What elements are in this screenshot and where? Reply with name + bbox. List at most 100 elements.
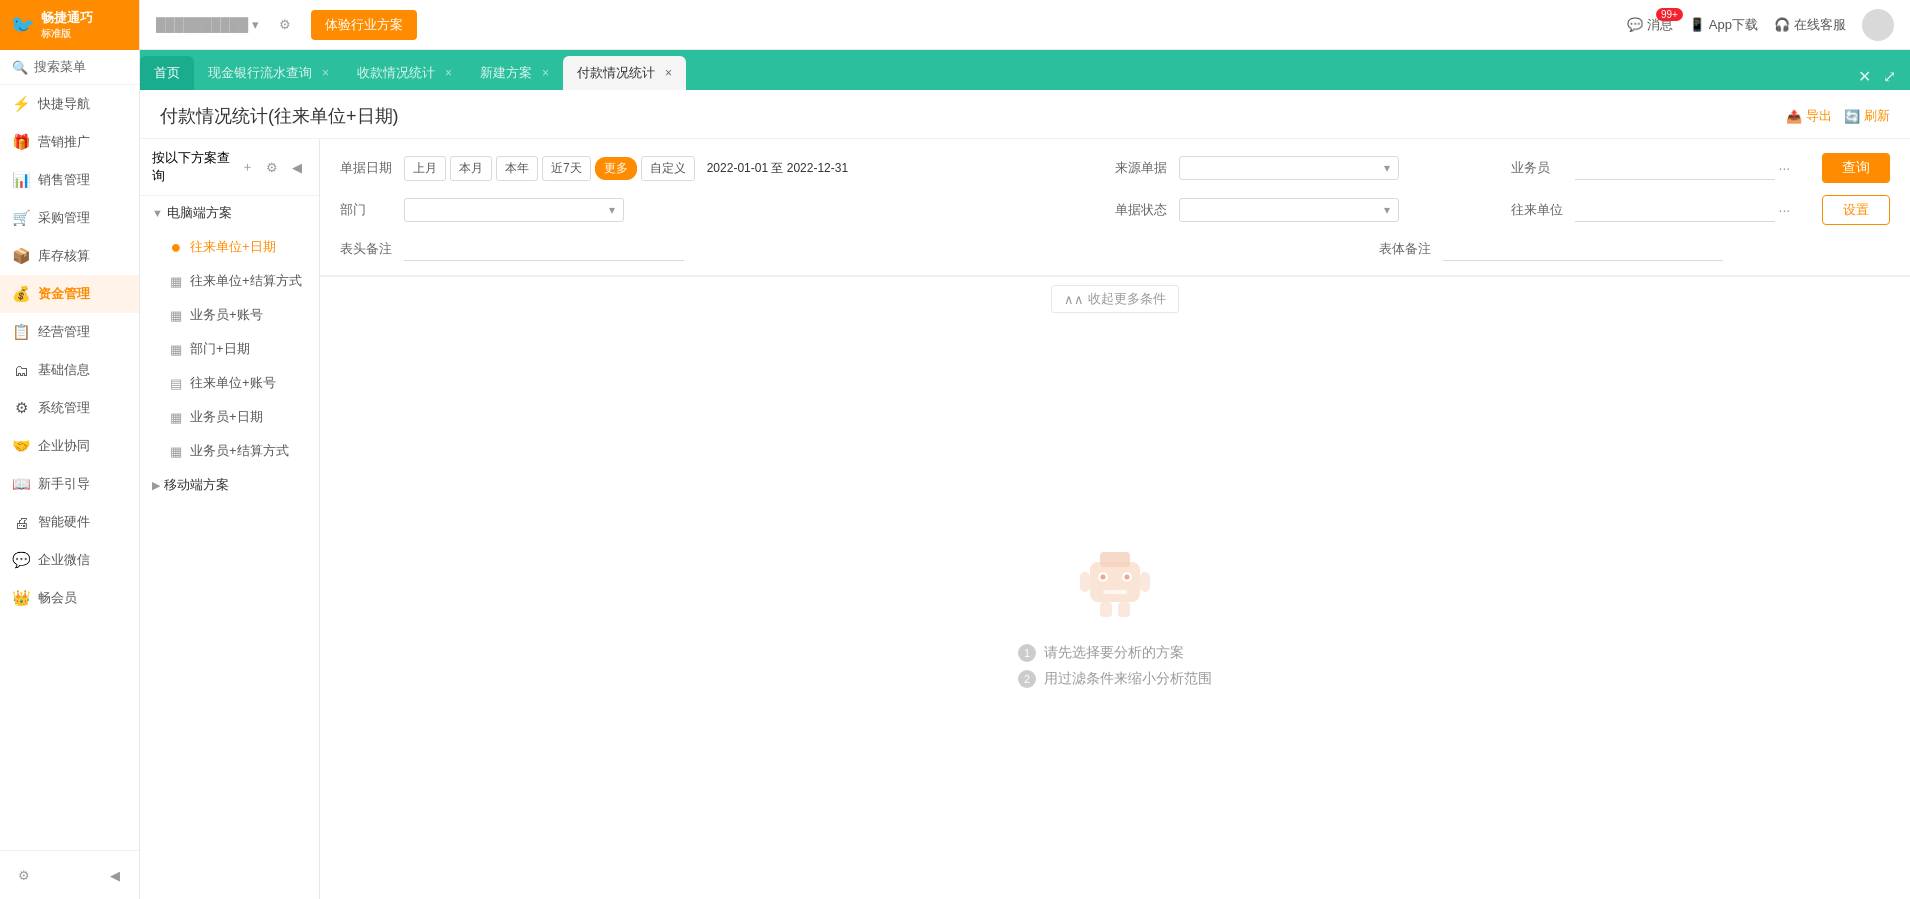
scheme-item-partner-date[interactable]: ● 往来单位+日期 xyxy=(140,230,319,264)
this-month-btn[interactable]: 本月 xyxy=(450,156,492,181)
date-buttons: 上月 本月 本年 近7天 更多 自定义 xyxy=(404,156,695,181)
search-icon: 🔍 xyxy=(12,60,28,75)
sidebar-item-marketing[interactable]: 🎁 营销推广 xyxy=(0,123,139,161)
online-service-button[interactable]: 🎧 在线客服 xyxy=(1774,16,1846,34)
receipt-status-dropdown-icon: ▾ xyxy=(1384,203,1390,217)
sidebar-item-inventory[interactable]: 📦 库存核算 xyxy=(0,237,139,275)
scheme-settings-button[interactable]: ⚙ xyxy=(263,156,282,178)
filter-dept-col: 部门 ▾ xyxy=(340,198,1099,222)
salesman-ellipsis[interactable]: ··· xyxy=(1779,160,1791,176)
export-button[interactable]: 📤 导出 xyxy=(1786,107,1832,125)
sidebar-search[interactable]: 🔍 搜索菜单 xyxy=(0,50,139,85)
collapse-conditions-button[interactable]: ∧∧ 收起更多条件 xyxy=(1051,285,1179,313)
sidebar-item-enterprise[interactable]: 🤝 企业协同 xyxy=(0,427,139,465)
company-selector[interactable]: ██████████ ▾ xyxy=(156,17,259,32)
empty-tip-2: 2 用过滤条件来缩小分析范围 xyxy=(1018,670,1212,688)
dept-select[interactable]: ▾ xyxy=(404,198,624,222)
this-year-btn[interactable]: 本年 xyxy=(496,156,538,181)
scheme-add-button[interactable]: ＋ xyxy=(237,156,256,178)
filter-form: 单据日期 上月 本月 本年 近7天 更多 自定义 2022-01-01 至 20… xyxy=(320,139,1910,276)
scheme-item-label: 往来单位+账号 xyxy=(190,374,276,392)
collapse-btn-area: ∧∧ 收起更多条件 xyxy=(320,276,1910,321)
sidebar-collapse-button[interactable]: ◀ xyxy=(101,861,129,889)
svg-rect-1 xyxy=(1100,552,1130,567)
sidebar-item-hardware[interactable]: 🖨 智能硬件 xyxy=(0,503,139,541)
tab-cash-flow-close[interactable]: × xyxy=(322,66,329,80)
sidebar-item-finance[interactable]: 💰 资金管理 xyxy=(0,275,139,313)
scheme-collapse-button[interactable]: ◀ xyxy=(288,156,307,178)
sidebar-item-label: 企业协同 xyxy=(38,437,90,455)
tab-payment-stats[interactable]: 付款情况统计 × xyxy=(563,56,686,90)
last-month-btn[interactable]: 上月 xyxy=(404,156,446,181)
sidebar-item-basic[interactable]: 🗂 基础信息 xyxy=(0,351,139,389)
sidebar-item-label: 系统管理 xyxy=(38,399,90,417)
salesman-input-area: ··· xyxy=(1575,156,1815,180)
scheme-item-partner-account[interactable]: ▤ 往来单位+账号 xyxy=(140,366,319,400)
purchase-icon: 🛒 xyxy=(12,209,30,227)
tip-num-1: 1 xyxy=(1018,644,1036,662)
scheme-item-dept-date[interactable]: ▦ 部门+日期 xyxy=(140,332,319,366)
scheme-item-salesman-account[interactable]: ▦ 业务员+账号 xyxy=(140,298,319,332)
tab-home[interactable]: 首页 xyxy=(140,56,194,90)
sidebar-item-purchase[interactable]: 🛒 采购管理 xyxy=(0,199,139,237)
source-select[interactable]: ▾ xyxy=(1179,156,1399,180)
tab-new-scheme[interactable]: 新建方案 × xyxy=(466,56,563,90)
sidebar-item-member[interactable]: 👑 畅会员 xyxy=(0,579,139,617)
header-remark-input[interactable] xyxy=(404,237,684,261)
message-button[interactable]: 💬 消息 99+ xyxy=(1627,16,1673,34)
topbar-settings-button[interactable]: ⚙ xyxy=(271,11,299,39)
svg-point-4 xyxy=(1101,575,1106,580)
user-avatar[interactable] xyxy=(1862,9,1894,41)
tab-receipt-stats[interactable]: 收款情况统计 × xyxy=(343,56,466,90)
more-btn[interactable]: 更多 xyxy=(595,157,637,180)
scheme-group-mobile-title[interactable]: ▶ 移动端方案 xyxy=(140,468,319,502)
sidebar-item-sales[interactable]: 📊 销售管理 xyxy=(0,161,139,199)
trial-industry-button[interactable]: 体验行业方案 xyxy=(311,10,417,40)
sidebar-item-operation[interactable]: 📋 经营管理 xyxy=(0,313,139,351)
app-icon: 📱 xyxy=(1689,17,1705,32)
tab-expand-button[interactable]: ⤢ xyxy=(1879,63,1900,90)
topbar-right: 💬 消息 99+ 📱 App下载 🎧 在线客服 xyxy=(1627,9,1894,41)
scheme-group-desktop-title[interactable]: ▼ 电脑端方案 xyxy=(140,196,319,230)
svg-rect-0 xyxy=(1090,562,1140,602)
sidebar-item-newbie[interactable]: 📖 新手引导 xyxy=(0,465,139,503)
scheme-active-icon: ● xyxy=(168,239,184,255)
sidebar-settings-button[interactable]: ⚙ xyxy=(10,861,38,889)
salesman-input[interactable] xyxy=(1575,156,1775,180)
logo-title: 畅捷通巧 xyxy=(41,9,93,27)
tab-new-scheme-close[interactable]: × xyxy=(542,66,549,80)
tab-payment-stats-close[interactable]: × xyxy=(665,66,672,80)
query-button[interactable]: 查询 xyxy=(1822,153,1890,183)
last-7-days-btn[interactable]: 近7天 xyxy=(542,156,591,181)
app-download-button[interactable]: 📱 App下载 xyxy=(1689,16,1758,34)
main-area: ██████████ ▾ ⚙ 体验行业方案 💬 消息 99+ 📱 App下载 🎧… xyxy=(140,0,1910,899)
sidebar-item-system[interactable]: ⚙ 系统管理 xyxy=(0,389,139,427)
svg-point-5 xyxy=(1125,575,1130,580)
dropdown-icon: ▾ xyxy=(252,17,259,32)
tab-close-all-button[interactable]: ✕ xyxy=(1854,63,1875,90)
tab-receipt-stats-close[interactable]: × xyxy=(445,66,452,80)
receipt-status-select[interactable]: ▾ xyxy=(1179,198,1399,222)
scheme-group-desktop-label: 电脑端方案 xyxy=(167,204,232,222)
partner-input[interactable] xyxy=(1575,198,1775,222)
operation-icon: 📋 xyxy=(12,323,30,341)
sidebar-item-quick-nav[interactable]: ⚡ 快捷导航 xyxy=(0,85,139,123)
filter-date-col: 单据日期 上月 本月 本年 近7天 更多 自定义 2022-01-01 至 20… xyxy=(340,156,1099,181)
tab-cash-flow[interactable]: 现金银行流水查询 × xyxy=(194,56,343,90)
refresh-button[interactable]: 🔄 刷新 xyxy=(1844,107,1890,125)
scheme-item-label: 业务员+日期 xyxy=(190,408,263,426)
settings-button[interactable]: 设置 xyxy=(1822,195,1890,225)
content-area: 按以下方案查询 ＋ ⚙ ◀ ▼ 电脑端方案 ● 往来单 xyxy=(140,139,1910,899)
custom-btn[interactable]: 自定义 xyxy=(641,156,695,181)
filter-body-remark-col: 表体备注 xyxy=(1379,237,1890,261)
marketing-icon: 🎁 xyxy=(12,133,30,151)
sidebar-item-label: 畅会员 xyxy=(38,589,77,607)
scheme-item-label: 部门+日期 xyxy=(190,340,250,358)
sidebar-item-wechat[interactable]: 💬 企业微信 xyxy=(0,541,139,579)
scheme-item-partner-settle[interactable]: ▦ 往来单位+结算方式 xyxy=(140,264,319,298)
scheme-item-salesman-date[interactable]: ▦ 业务员+日期 xyxy=(140,400,319,434)
svg-rect-9 xyxy=(1100,602,1112,617)
body-remark-input[interactable] xyxy=(1443,237,1723,261)
partner-ellipsis[interactable]: ··· xyxy=(1779,202,1791,218)
scheme-item-salesman-settle[interactable]: ▦ 业务员+结算方式 xyxy=(140,434,319,468)
